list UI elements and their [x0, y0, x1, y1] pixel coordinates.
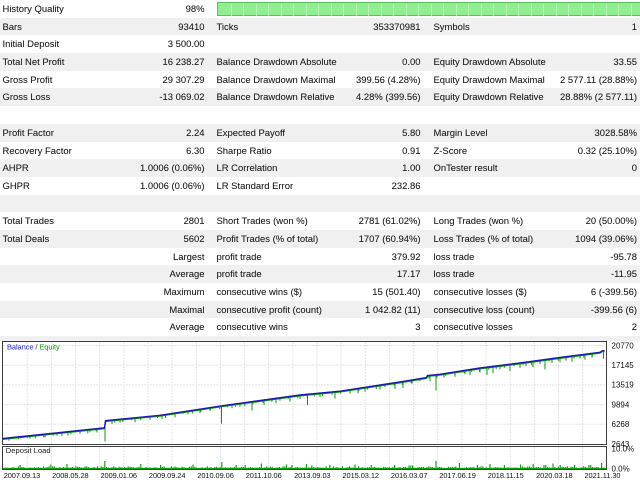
svg-text:2008.05.28: 2008.05.28 [52, 471, 89, 480]
svg-text:Balance / Equity: Balance / Equity [7, 343, 60, 352]
svg-text:6268: 6268 [612, 420, 630, 429]
svg-text:2021.11.30: 2021.11.30 [585, 471, 621, 480]
svg-text:Deposit Load: Deposit Load [6, 446, 51, 455]
svg-text:20770: 20770 [612, 341, 635, 350]
svg-text:2016.03.07: 2016.03.07 [391, 471, 428, 480]
svg-text:2020.03.18: 2020.03.18 [536, 471, 573, 480]
svg-text:2015.03.12: 2015.03.12 [343, 471, 380, 480]
svg-text:17145: 17145 [612, 361, 635, 370]
svg-text:2011.10.06: 2011.10.06 [246, 471, 282, 480]
svg-text:13519: 13519 [612, 381, 635, 390]
svg-text:10.0%: 10.0% [612, 444, 635, 453]
svg-text:2018.11.15: 2018.11.15 [488, 471, 524, 480]
svg-text:9894: 9894 [612, 400, 630, 409]
svg-text:2007.09.13: 2007.09.13 [4, 471, 41, 480]
svg-text:2013.09.03: 2013.09.03 [294, 471, 331, 480]
svg-text:2010.09.06: 2010.09.06 [197, 471, 234, 480]
svg-text:2009.01.06: 2009.01.06 [101, 471, 138, 480]
svg-text:2017.06.19: 2017.06.19 [439, 471, 476, 480]
svg-text:2009.09.24: 2009.09.24 [149, 471, 186, 480]
